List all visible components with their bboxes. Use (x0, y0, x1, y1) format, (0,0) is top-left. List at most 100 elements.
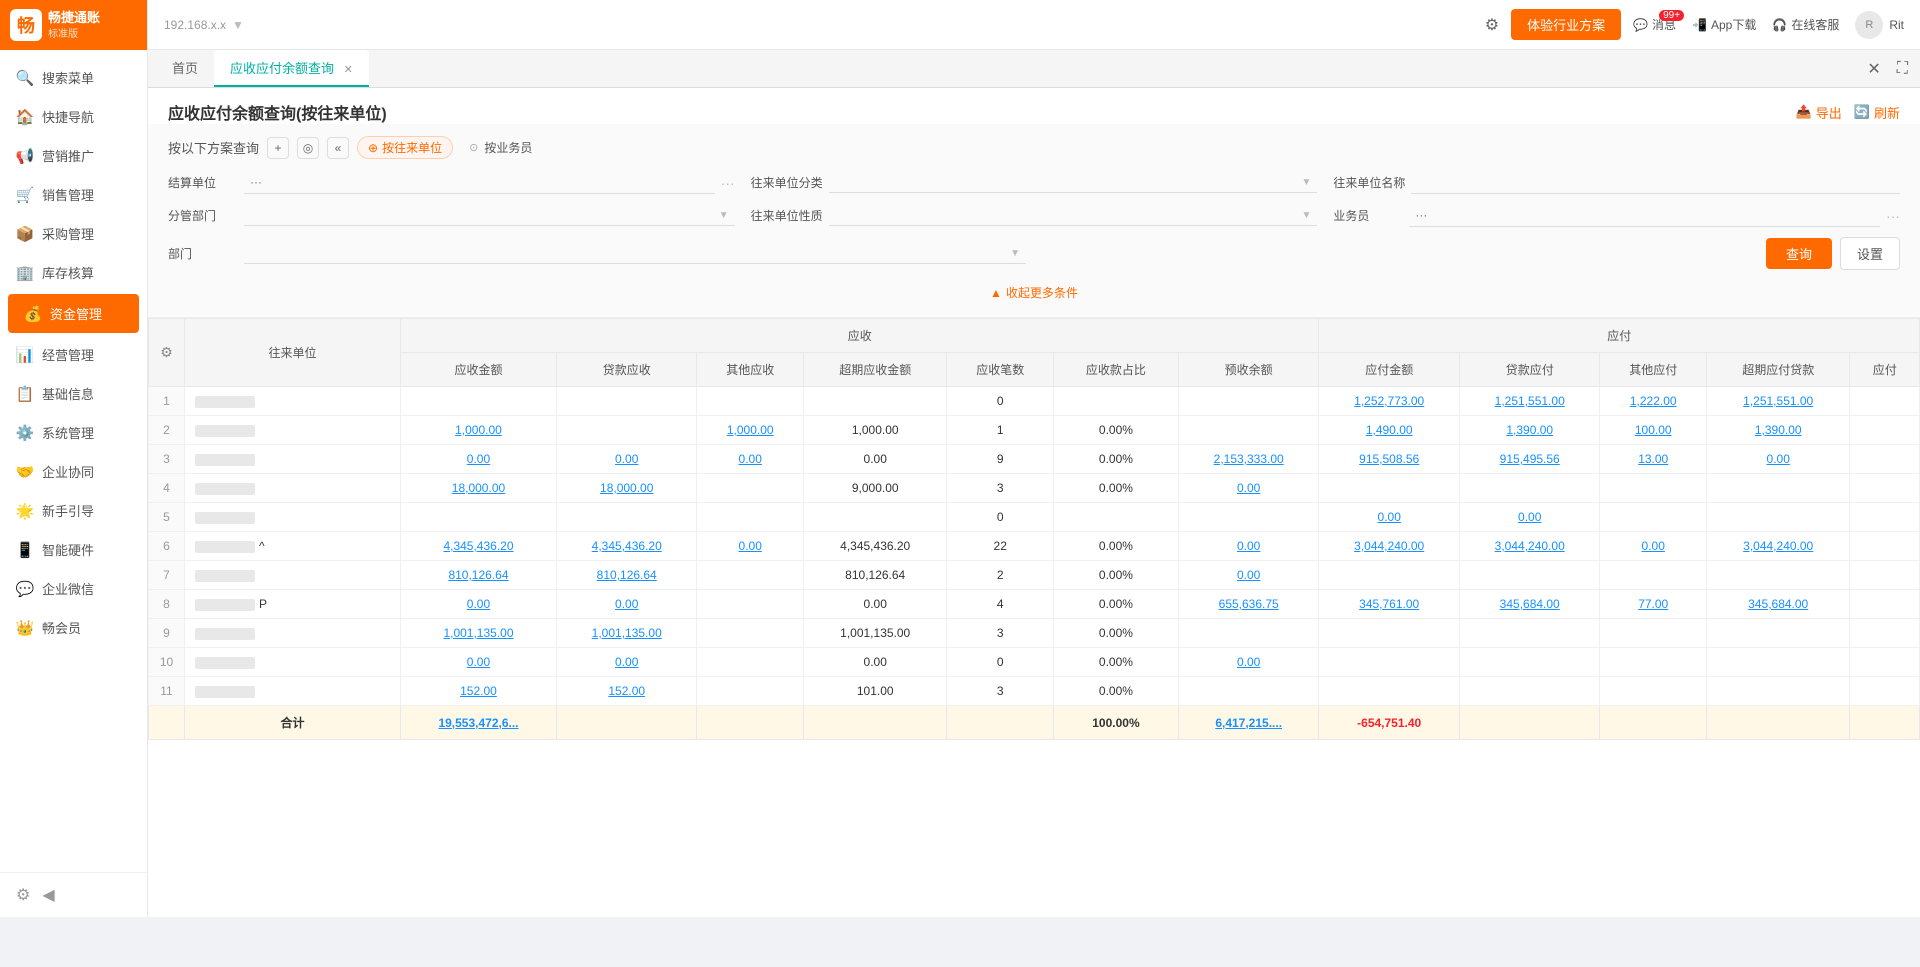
cell-loan-payable[interactable]: 1,251,551.00 (1459, 387, 1600, 416)
cell-overdue-payable[interactable]: 3,044,240.00 (1706, 532, 1850, 561)
cell-loan-receivable[interactable]: 1,001,135.00 (556, 619, 697, 648)
cell-other-payable[interactable]: 77.00 (1600, 590, 1706, 619)
cell-payable-amount[interactable]: 1,490.00 (1319, 416, 1460, 445)
cell-overdue-payable[interactable]: 0.00 (1706, 445, 1850, 474)
department-select[interactable]: ▼ (244, 244, 1026, 264)
sidebar-item-marketing[interactable]: 📢 营销推广 (0, 136, 147, 175)
filter-collapse-button[interactable]: ▲ 收起更多条件 (168, 280, 1900, 305)
cell-payable-amount[interactable]: 3,044,240.00 (1319, 532, 1460, 561)
partner-category-select[interactable]: ▼ (829, 173, 1318, 193)
cell-receivable-amount[interactable]: 810,126.64 (401, 561, 557, 590)
cell-other-payable[interactable]: 1,222.00 (1600, 387, 1706, 416)
cell-advance-balance[interactable]: 0.00 (1178, 561, 1319, 590)
tab-close-window-icon[interactable]: ✕ (1863, 55, 1884, 83)
cell-loan-payable[interactable]: 1,390.00 (1459, 416, 1600, 445)
cell-advance-balance[interactable]: 2,153,333.00 (1178, 445, 1319, 474)
tab-maximize-icon[interactable]: ⛶ (1893, 56, 1912, 82)
topbar-gear-icon[interactable]: ⚙ (1485, 15, 1499, 35)
settings-bottom-icon[interactable]: ⚙ (16, 885, 30, 905)
cell-payable-amount[interactable]: 0.00 (1319, 503, 1460, 532)
filter-settings-button[interactable]: ◎ (297, 137, 319, 159)
cell-receivable-amount[interactable]: 0.00 (401, 648, 557, 677)
cell-receivable-amount[interactable]: 18,000.00 (401, 474, 557, 503)
cell-payable-amount[interactable]: 1,252,773.00 (1319, 387, 1460, 416)
cell-loan-payable[interactable]: 3,044,240.00 (1459, 532, 1600, 561)
cell-receivable-amount[interactable]: 1,001,135.00 (401, 619, 557, 648)
salesman-dots[interactable]: ··· (1886, 208, 1900, 224)
cell-loan-receivable[interactable]: 0.00 (556, 648, 697, 677)
dept-manager-select[interactable]: ▼ (244, 206, 735, 226)
partner-nature-select[interactable]: ▼ (829, 206, 1318, 226)
salesman-input[interactable] (1409, 204, 1880, 227)
cell-loan-payable[interactable]: 915,495.56 (1459, 445, 1600, 474)
cell-overdue-payable[interactable]: 345,684.00 (1706, 590, 1850, 619)
online-service-button[interactable]: 🎧 在线客服 (1772, 16, 1839, 33)
sidebar-nav: 🔍 搜索菜单 🏠 快捷导航 📢 营销推广 🛒 销售管理 📦 采购管理 🏢 库存核… (0, 50, 147, 872)
cell-payable-amount[interactable]: 915,508.56 (1319, 445, 1460, 474)
cell-advance-balance[interactable]: 0.00 (1178, 474, 1319, 503)
filter-scheme-tag[interactable]: ⊕ 按往来单位 (357, 136, 453, 159)
user-info[interactable]: R Rit (1855, 11, 1904, 39)
cell-loan-receivable[interactable]: 152.00 (556, 677, 697, 706)
sidebar-item-finance[interactable]: 💰 资金管理 (8, 294, 139, 333)
collapse-sidebar-icon[interactable]: ◀ (42, 885, 54, 905)
cell-receivable-amount[interactable]: 1,000.00 (401, 416, 557, 445)
sidebar-item-search[interactable]: 🔍 搜索菜单 (0, 58, 147, 97)
sidebar-item-quick-nav[interactable]: 🏠 快捷导航 (0, 97, 147, 136)
cell-advance-balance[interactable]: 0.00 (1178, 532, 1319, 561)
cell-overdue-payable[interactable]: 1,390.00 (1706, 416, 1850, 445)
settlement-unit-dots[interactable]: ··· (721, 175, 735, 191)
app-download-button[interactable]: 📲 App下载 (1692, 16, 1756, 33)
cell-other-receivable[interactable]: 0.00 (697, 532, 803, 561)
cell-other-payable[interactable]: 13.00 (1600, 445, 1706, 474)
cell-payable-extra (1850, 445, 1920, 474)
cell-overdue-payable[interactable]: 1,251,551.00 (1706, 387, 1850, 416)
tab-query[interactable]: 应收应付余额查询 ✕ (214, 50, 369, 87)
cell-loan-receivable[interactable]: 0.00 (556, 445, 697, 474)
cell-other-payable[interactable]: 100.00 (1600, 416, 1706, 445)
tab-close-icon[interactable]: ✕ (344, 64, 353, 76)
cell-receivable-amount (401, 503, 557, 532)
cell-receivable-amount[interactable]: 152.00 (401, 677, 557, 706)
cell-receivable-amount[interactable]: 4,345,436.20 (401, 532, 557, 561)
filter-add-button[interactable]: + (267, 137, 289, 159)
cell-advance-balance[interactable]: 0.00 (1178, 648, 1319, 677)
cell-loan-payable[interactable]: 0.00 (1459, 503, 1600, 532)
partner-name-input[interactable] (1411, 171, 1900, 194)
table-settings-icon[interactable]: ⚙ (160, 344, 173, 360)
sidebar-item-enterprise[interactable]: 🤝 企业协同 (0, 452, 147, 491)
cell-loan-payable[interactable]: 345,684.00 (1459, 590, 1600, 619)
filter-collapse-button[interactable]: « (327, 137, 349, 159)
sidebar-item-operation[interactable]: 📊 经营管理 (0, 335, 147, 374)
filter-sub-scheme[interactable]: ⊙ 按业务员 (461, 137, 540, 158)
settlement-unit-input[interactable] (244, 171, 715, 194)
cell-other-receivable[interactable]: 0.00 (697, 445, 803, 474)
cell-loan-receivable[interactable]: 810,126.64 (556, 561, 697, 590)
refresh-button[interactable]: 🔄 刷新 (1854, 103, 1900, 122)
cell-loan-receivable[interactable]: 18,000.00 (556, 474, 697, 503)
sidebar-item-member[interactable]: 👑 畅会员 (0, 608, 147, 647)
cell-other-payable[interactable]: 0.00 (1600, 532, 1706, 561)
cell-advance-balance[interactable]: 655,636.75 (1178, 590, 1319, 619)
sidebar-item-inventory[interactable]: 🏢 库存核算 (0, 253, 147, 292)
query-button[interactable]: 查询 (1766, 238, 1832, 269)
settings-table-button[interactable]: 设置 (1840, 237, 1900, 270)
cell-loan-receivable[interactable]: 0.00 (556, 590, 697, 619)
sidebar-item-wechat[interactable]: 💬 企业微信 (0, 569, 147, 608)
export-button[interactable]: 📤 导出 (1796, 103, 1842, 122)
tab-home[interactable]: 首页 (156, 50, 214, 87)
sidebar-item-guide[interactable]: 🌟 新手引导 (0, 491, 147, 530)
sidebar-item-system[interactable]: ⚙️ 系统管理 (0, 413, 147, 452)
cell-receivable-amount[interactable]: 0.00 (401, 590, 557, 619)
sidebar-item-purchase[interactable]: 📦 采购管理 (0, 214, 147, 253)
sidebar-item-hardware[interactable]: 📱 智能硬件 (0, 530, 147, 569)
cell-receivable-amount[interactable]: 0.00 (401, 445, 557, 474)
footer-other-payable (1600, 706, 1706, 740)
sidebar-item-sales[interactable]: 🛒 销售管理 (0, 175, 147, 214)
message-button[interactable]: 💬 消息 99+ (1633, 16, 1676, 33)
cell-other-receivable[interactable]: 1,000.00 (697, 416, 803, 445)
sidebar-item-basic-info[interactable]: 📋 基础信息 (0, 374, 147, 413)
solution-button[interactable]: 体验行业方案 (1511, 9, 1621, 40)
cell-loan-receivable[interactable]: 4,345,436.20 (556, 532, 697, 561)
cell-payable-amount[interactable]: 345,761.00 (1319, 590, 1460, 619)
